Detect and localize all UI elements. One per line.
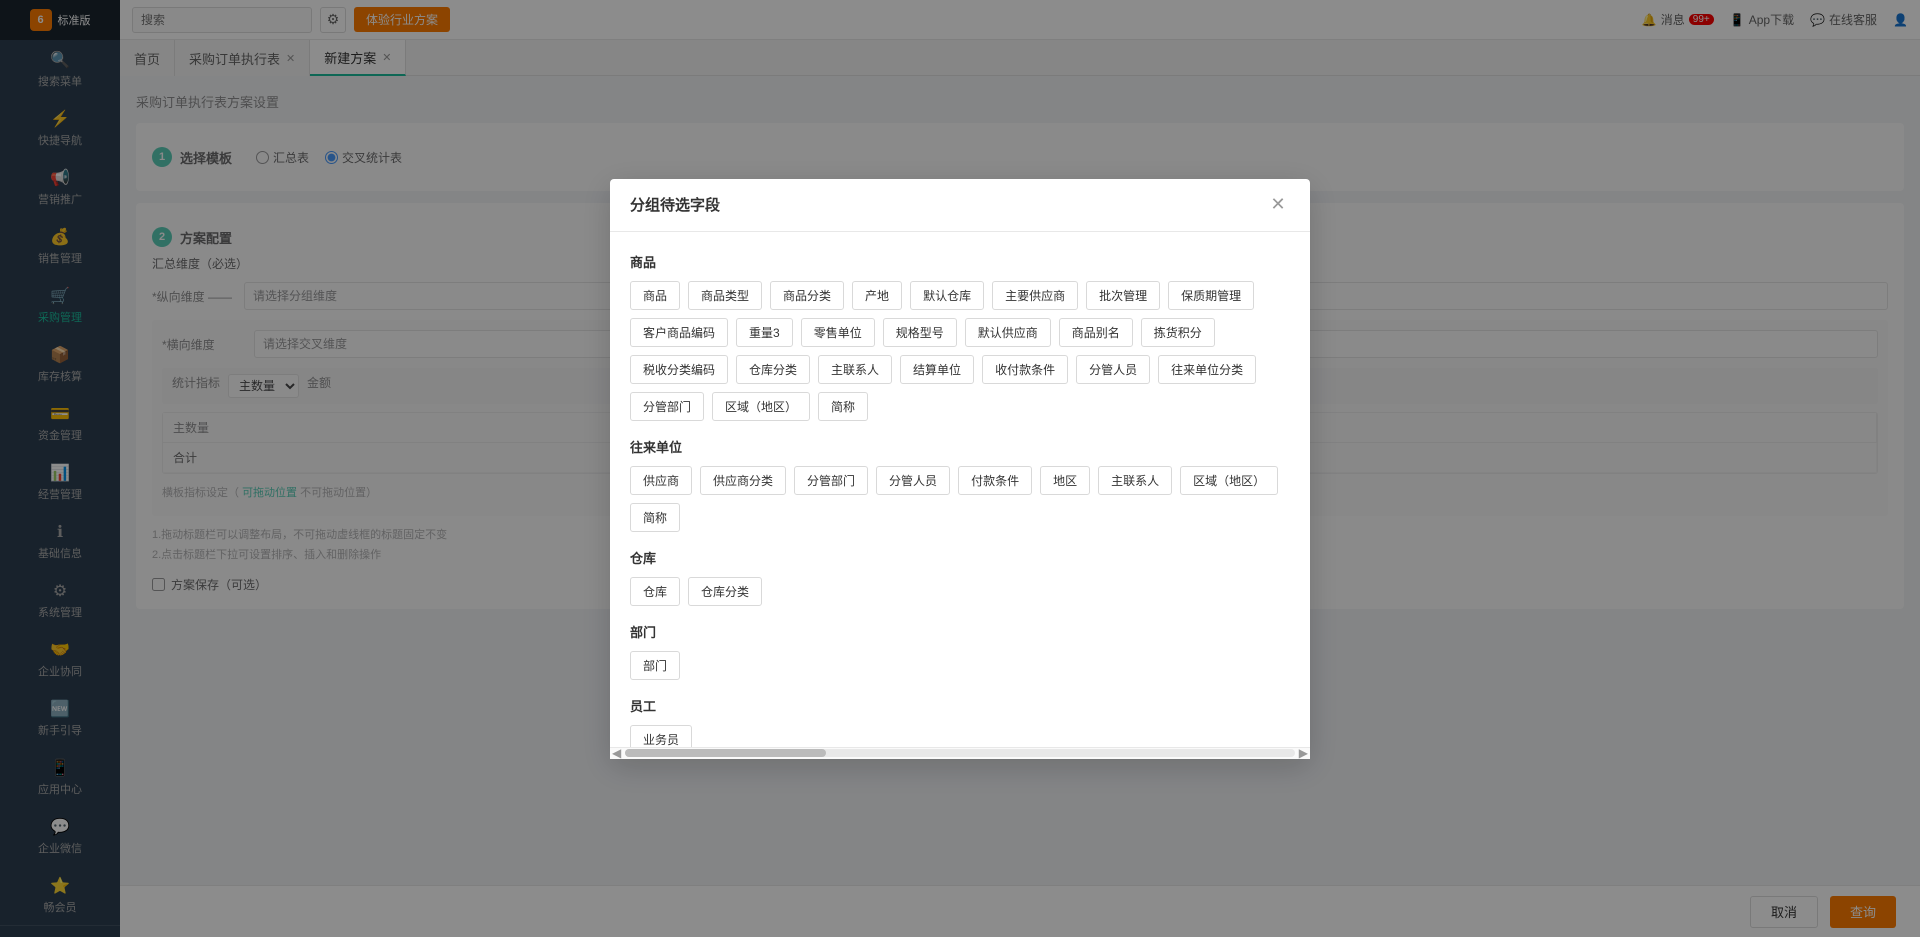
field-tag-1-2[interactable]: 分管部门 [794,466,868,495]
field-tag-4-0[interactable]: 业务员 [630,725,692,747]
field-tag-0-15[interactable]: 税收分类编码 [630,355,728,384]
section-title-2: 仓库 [630,548,1290,567]
modal-title: 分组待选字段 [630,194,720,215]
field-tag-0-3[interactable]: 产地 [852,281,902,310]
field-grid-2: 仓库仓库分类 [630,577,1290,606]
section-title-3: 部门 [630,622,1290,641]
field-tag-3-0[interactable]: 部门 [630,651,680,680]
field-tag-0-21[interactable]: 往来单位分类 [1158,355,1256,384]
hscroll-thumb[interactable] [625,749,826,757]
field-tag-0-11[interactable]: 规格型号 [883,318,957,347]
field-tag-0-12[interactable]: 默认供应商 [965,318,1051,347]
field-tag-0-1[interactable]: 商品类型 [688,281,762,310]
section-title-0: 商品 [630,252,1290,271]
modal-horizontal-scroll[interactable]: ◀ ▶ [610,747,1310,759]
hscroll-track [625,749,1295,757]
scroll-right-arrow[interactable]: ▶ [1299,746,1308,760]
field-grid-1: 供应商供应商分类分管部门分管人员付款条件地区主联系人区域（地区） 简称 [630,466,1290,532]
modal-dialog: 分组待选字段 ✕ 商品商品商品类型商品分类产地默认仓库主要供应商批次管理保质期管… [610,179,1310,759]
field-grid-0: 商品商品类型商品分类产地默认仓库主要供应商批次管理保质期管理客户商品编码重量3 零… [630,281,1290,421]
section-title-1: 往来单位 [630,437,1290,456]
field-tag-0-2[interactable]: 商品分类 [770,281,844,310]
field-tag-0-17[interactable]: 主联系人 [818,355,892,384]
field-tag-0-19[interactable]: 收付款条件 [982,355,1068,384]
field-tag-0-16[interactable]: 仓库分类 [736,355,810,384]
modal-header: 分组待选字段 ✕ [610,179,1310,232]
field-tag-2-1[interactable]: 仓库分类 [688,577,762,606]
section-title-4: 员工 [630,696,1290,715]
field-tag-0-7[interactable]: 保质期管理 [1168,281,1254,310]
field-tag-0-13[interactable]: 商品别名 [1059,318,1133,347]
field-grid-4: 业务员 [630,725,1290,747]
scroll-left-arrow[interactable]: ◀ [612,746,621,760]
field-tag-2-0[interactable]: 仓库 [630,577,680,606]
field-tag-0-10[interactable]: 零售单位 [801,318,875,347]
field-tag-0-5[interactable]: 主要供应商 [992,281,1078,310]
field-tag-0-20[interactable]: 分管人员 [1076,355,1150,384]
modal-overlay: 分组待选字段 ✕ 商品商品商品类型商品分类产地默认仓库主要供应商批次管理保质期管… [0,0,1920,937]
field-tag-1-3[interactable]: 分管人员 [876,466,950,495]
field-tag-1-7[interactable]: 区域（地区） [1180,466,1278,495]
field-tag-1-1[interactable]: 供应商分类 [700,466,786,495]
field-tag-0-0[interactable]: 商品 [630,281,680,310]
field-tag-1-8[interactable]: 简称 [630,503,680,532]
field-tag-0-14[interactable]: 拣货积分 [1141,318,1215,347]
field-tag-0-8[interactable]: 客户商品编码 [630,318,728,347]
field-tag-0-9[interactable]: 重量3 [736,318,793,347]
modal-close-button[interactable]: ✕ [1266,193,1290,217]
field-tag-1-6[interactable]: 主联系人 [1098,466,1172,495]
field-tag-0-4[interactable]: 默认仓库 [910,281,984,310]
field-grid-3: 部门 [630,651,1290,680]
field-tag-0-24[interactable]: 简称 [818,392,868,421]
field-tag-0-22[interactable]: 分管部门 [630,392,704,421]
field-tag-1-0[interactable]: 供应商 [630,466,692,495]
field-tag-1-4[interactable]: 付款条件 [958,466,1032,495]
modal-body: 商品商品商品类型商品分类产地默认仓库主要供应商批次管理保质期管理客户商品编码重量… [610,232,1310,747]
field-tag-1-5[interactable]: 地区 [1040,466,1090,495]
field-tag-0-18[interactable]: 结算单位 [900,355,974,384]
field-tag-0-23[interactable]: 区域（地区） [712,392,810,421]
field-tag-0-6[interactable]: 批次管理 [1086,281,1160,310]
